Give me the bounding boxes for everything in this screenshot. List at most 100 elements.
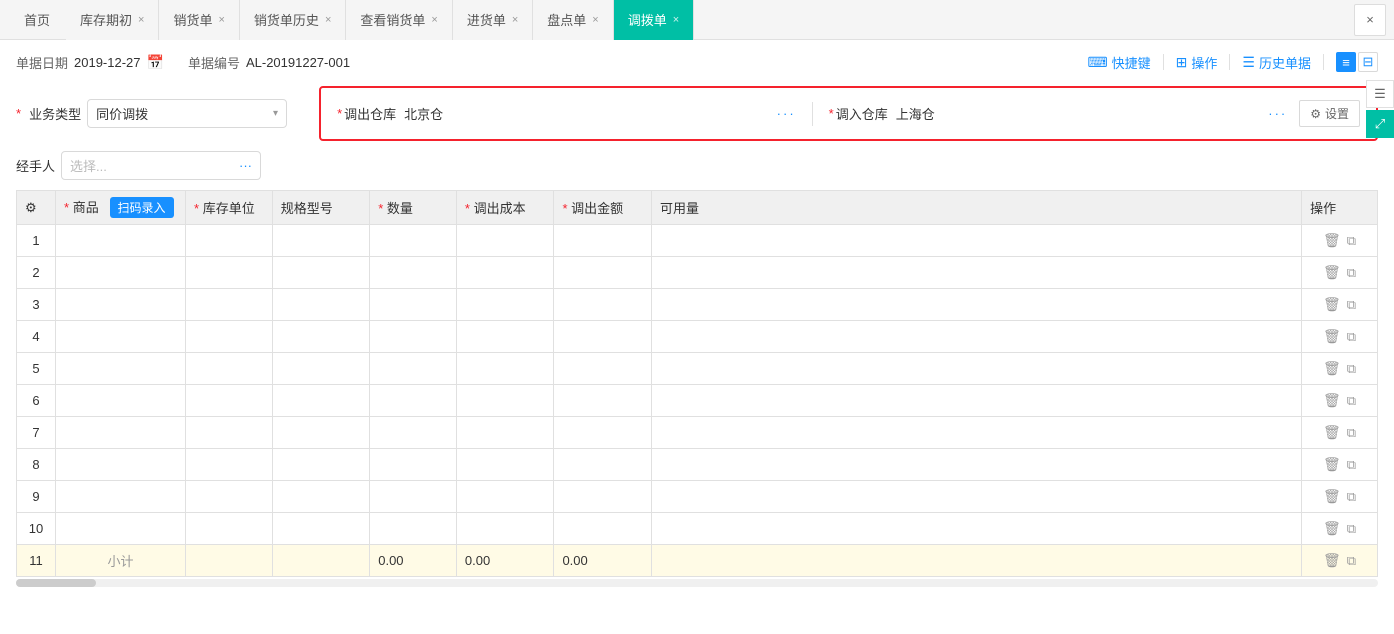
row-cost[interactable] [456,289,554,321]
layout-grid-icon[interactable]: ⊟ [1358,52,1378,72]
row-copy-icon[interactable]: ⧉ [1347,233,1356,249]
row-goods[interactable] [56,225,186,257]
person-more-icon[interactable]: ··· [239,158,252,173]
row-qty[interactable] [370,385,457,417]
row-cost[interactable] [456,481,554,513]
tab-sales-history[interactable]: 销货单历史 × [240,0,346,40]
row-cost[interactable] [456,225,554,257]
row-amount[interactable] [554,289,652,321]
row-cost[interactable] [456,321,554,353]
row-amount[interactable] [554,417,652,449]
row-amount[interactable] [554,225,652,257]
tab-view-sales-close[interactable]: × [431,14,437,26]
row-delete-icon[interactable]: 🗑 [1323,456,1341,473]
subtotal-label: 小计 [56,545,186,577]
settings-button[interactable]: ⚙ 设置 [1299,100,1360,127]
row-goods[interactable] [56,385,186,417]
row-cost[interactable] [456,353,554,385]
row-copy-icon[interactable]: ⧉ [1347,361,1356,377]
shortcut-button[interactable]: ⌨ 快捷键 [1087,53,1150,72]
row-amount[interactable] [554,321,652,353]
layout-list-icon[interactable]: ≡ [1336,52,1356,72]
row-cost[interactable] [456,257,554,289]
row-goods[interactable] [56,481,186,513]
tab-sales-history-close[interactable]: × [325,14,331,26]
table-row: 2 🗑 ⧉ [17,257,1378,289]
row-qty[interactable] [370,225,457,257]
row-delete-icon[interactable]: 🗑 [1323,520,1341,537]
scan-button[interactable]: 扫码录入 [110,197,174,218]
warehouse-out-more[interactable]: ··· [777,106,796,121]
row-qty[interactable] [370,257,457,289]
sidebar-list-icon[interactable]: ☰ [1366,80,1394,108]
tab-transfer[interactable]: 调拨单 × [614,0,694,40]
horizontal-scrollbar[interactable] [16,579,1378,587]
operation-button[interactable]: ⊞ 操作 [1176,53,1218,72]
row-qty[interactable] [370,449,457,481]
tab-purchase-order-close[interactable]: × [512,14,518,26]
close-all-button[interactable]: × [1354,4,1386,36]
row-copy-icon[interactable]: ⧉ [1347,297,1356,313]
row-copy-icon[interactable]: ⧉ [1347,329,1356,345]
row-amount[interactable] [554,481,652,513]
row-amount[interactable] [554,257,652,289]
row-amount[interactable] [554,353,652,385]
tab-stocktake-close[interactable]: × [592,14,598,26]
row-qty[interactable] [370,289,457,321]
tab-sales-order-close[interactable]: × [218,14,224,26]
row-copy-icon[interactable]: ⧉ [1347,521,1356,537]
scroll-thumb[interactable] [16,579,96,587]
row-cost[interactable] [456,385,554,417]
row-delete-icon[interactable]: 🗑 [1323,360,1341,377]
row-delete-icon[interactable]: 🗑 [1323,328,1341,345]
row-goods[interactable] [56,289,186,321]
row-amount[interactable] [554,513,652,545]
row-delete-icon[interactable]: 🗑 [1323,232,1341,249]
row-amount[interactable] [554,385,652,417]
row-copy-icon[interactable]: ⧉ [1347,265,1356,281]
row-goods[interactable] [56,513,186,545]
row-goods[interactable] [56,257,186,289]
gear-icon[interactable]: ⚙ [25,200,37,215]
tab-home-label: 首页 [24,10,50,29]
row-copy-icon[interactable]: ⧉ [1347,393,1356,409]
row-cost[interactable] [456,417,554,449]
row-delete-icon[interactable]: 🗑 [1323,296,1341,313]
row-delete-icon[interactable]: 🗑 [1323,392,1341,409]
row-goods[interactable] [56,321,186,353]
row-goods[interactable] [56,449,186,481]
sidebar-expand-icon[interactable]: ⤢ [1366,110,1394,138]
subtotal-num: 11 [17,545,56,577]
row-delete-icon[interactable]: 🗑 [1323,488,1341,505]
tab-transfer-close[interactable]: × [673,14,679,26]
tab-inventory-init-close[interactable]: × [138,14,144,26]
tab-purchase-order[interactable]: 进货单 × [453,0,533,40]
row-cost[interactable] [456,513,554,545]
row-qty[interactable] [370,513,457,545]
row-delete-icon[interactable]: 🗑 [1323,264,1341,281]
row-copy-icon[interactable]: ⧉ [1347,553,1356,569]
row-qty[interactable] [370,353,457,385]
row-qty[interactable] [370,321,457,353]
row-delete-icon[interactable]: 🗑 [1323,552,1341,569]
person-select[interactable]: 选择... ··· [61,151,261,180]
row-qty[interactable] [370,417,457,449]
row-cost[interactable] [456,449,554,481]
row-amount[interactable] [554,449,652,481]
calendar-icon[interactable]: 📅 [147,54,164,71]
row-delete-icon[interactable]: 🗑 [1323,424,1341,441]
row-copy-icon[interactable]: ⧉ [1347,425,1356,441]
row-goods[interactable] [56,417,186,449]
tab-inventory-init[interactable]: 库存期初 × [66,0,159,40]
tab-stocktake[interactable]: 盘点单 × [533,0,613,40]
tab-view-sales[interactable]: 查看销货单 × [346,0,452,40]
tab-home[interactable]: 首页 [8,0,66,40]
row-goods[interactable] [56,353,186,385]
row-copy-icon[interactable]: ⧉ [1347,457,1356,473]
tab-sales-order[interactable]: 销货单 × [159,0,239,40]
warehouse-in-more[interactable]: ··· [1268,106,1287,121]
row-qty[interactable] [370,481,457,513]
business-type-select[interactable]: 同价调拨 ▾ [87,99,287,128]
row-copy-icon[interactable]: ⧉ [1347,489,1356,505]
history-button[interactable]: ☰ 历史单据 [1242,53,1311,72]
